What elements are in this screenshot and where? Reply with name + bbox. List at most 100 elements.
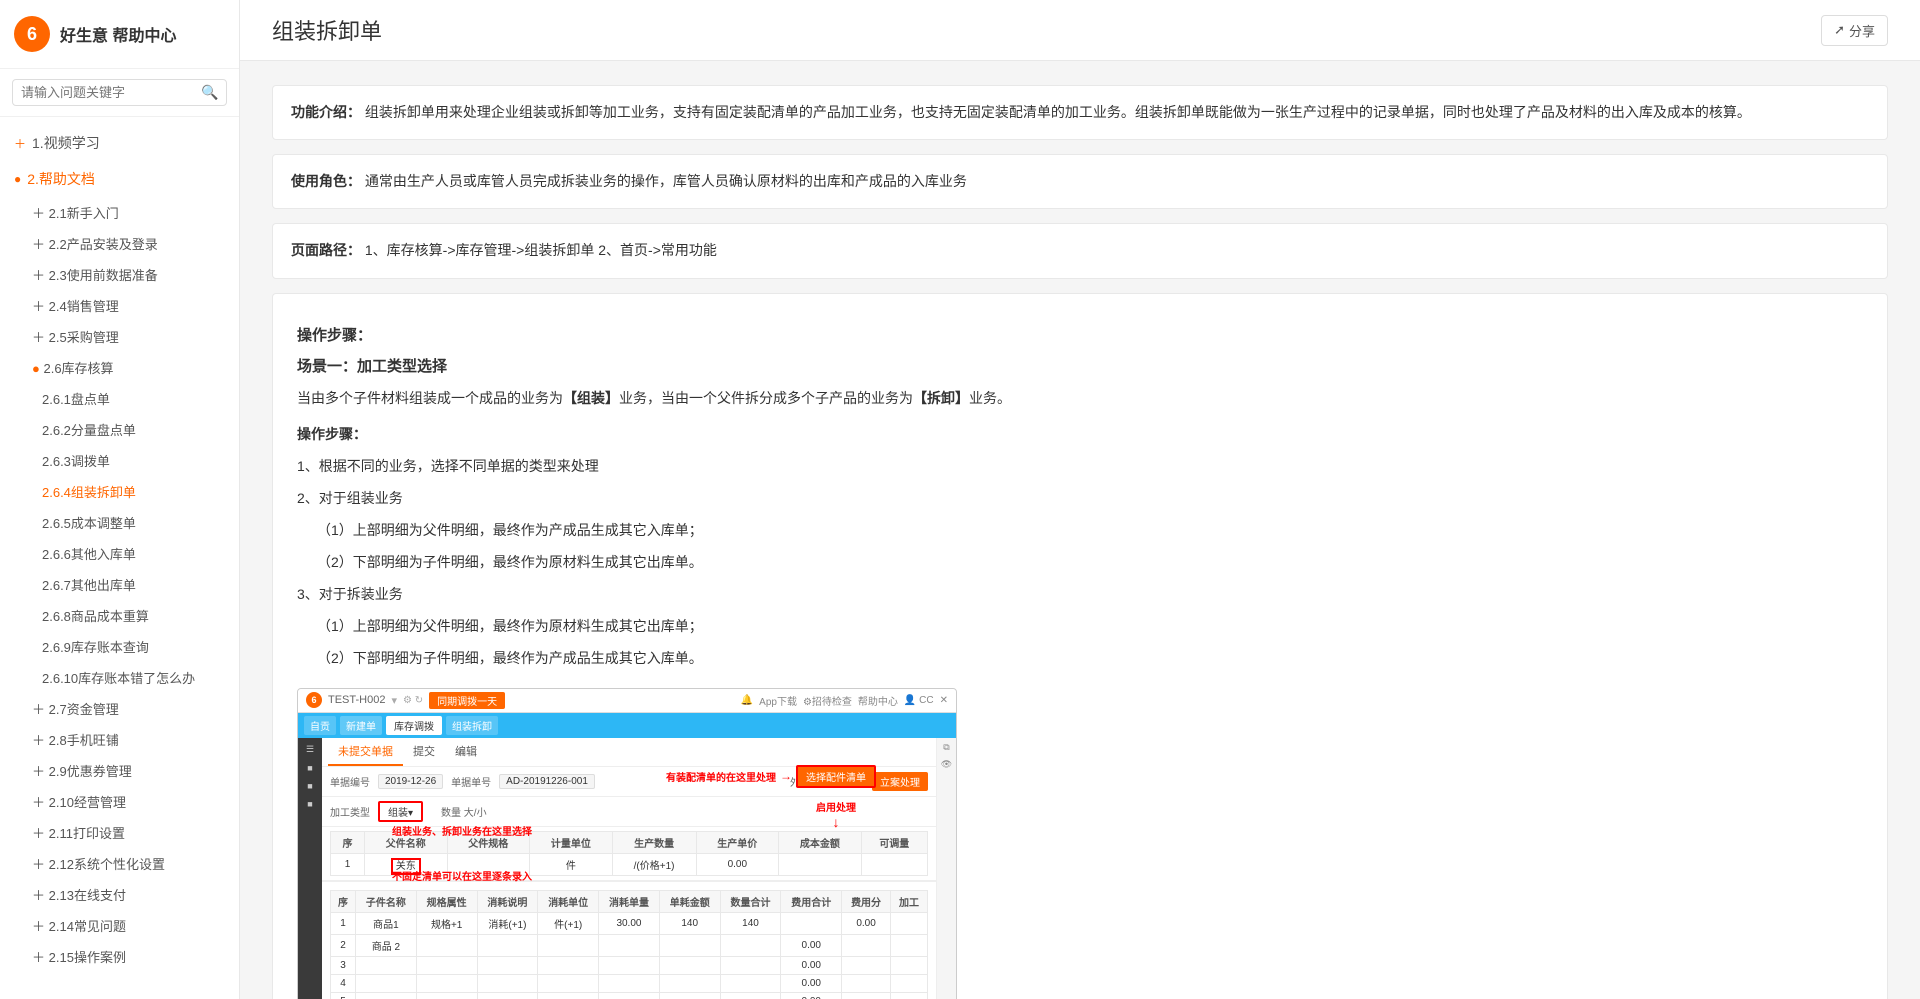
mock-confirm-btn[interactable]: 立案处理 — [872, 772, 928, 791]
mock-field-val2: AD-20191226-001 — [499, 774, 595, 789]
sidebar-item-payment[interactable]: ＋ 2.13在线支付 — [0, 879, 239, 910]
step3-sub1: （1）上部明细为父件明细，最终作为原材料生成其它出库单； — [297, 612, 1863, 640]
sidebar-item-sales[interactable]: ＋ 2.4销售管理 — [0, 290, 239, 321]
sidebar-item-inv-fix[interactable]: 2.6.10库存账本错了怎么办 — [0, 662, 239, 693]
sidebar-item-other-out[interactable]: 2.6.7其他出库单 — [0, 569, 239, 600]
mock-side-icon2: ■ — [307, 763, 312, 773]
sidebar-label-install: 2.2产品安装及登录 — [49, 237, 158, 252]
mock-nav-tab4[interactable]: 组装拆卸 — [446, 716, 498, 735]
mock-annotation-btn[interactable]: 选择配件清单 — [796, 765, 876, 788]
scenario1-desc: 当由多个子件材料组装成一个成品的业务为【组装】业务，当由一个父件拆分成多个子产品… — [297, 384, 1863, 412]
mock-lth-2: 规格属性 — [416, 890, 477, 912]
plus-icon-14: ＋ — [32, 919, 45, 934]
sidebar-item-finance[interactable]: ＋ 2.7资金管理 — [0, 693, 239, 724]
mock-ltd-fee1 — [781, 912, 842, 934]
mock-titlebar-text: TEST-H002 — [328, 694, 385, 706]
minus-icon: ● — [14, 172, 21, 186]
mock-lth-6: 单耗金额 — [659, 890, 720, 912]
mock-lower-row-2: 2 商品 2 0.00 — [331, 934, 928, 956]
sidebar-item-coupon[interactable]: ＋ 2.9优惠券管理 — [0, 755, 239, 786]
logo-icon: 6 — [14, 16, 50, 52]
mock-ltd-seq2: 2 — [331, 934, 356, 956]
mock-icon4: 帮助中心 — [858, 693, 898, 708]
sidebar-item-stocktake[interactable]: 2.6.1盘点单 — [0, 383, 239, 414]
mock-cell-cost — [779, 853, 862, 875]
plus-icon-8: ＋ — [32, 733, 45, 748]
mock-th-6: 成本金额 — [779, 831, 862, 853]
sidebar-item-transfer[interactable]: 2.6.3调拨单 — [0, 445, 239, 476]
mock-toolbar-tabs: 未提交单据 提交 编辑 — [322, 738, 936, 767]
top-bar: 组装拆卸单 ➚ 分享 — [240, 0, 1920, 61]
mock-nav: 自贡 新建单 库存调拨 组装拆卸 — [298, 713, 956, 738]
content-area: 功能介绍： 组装拆卸单用来处理企业组装或拆卸等加工业务，支持有固定装配清单的产品… — [240, 61, 1920, 999]
plus-icon-4: ＋ — [32, 268, 45, 283]
sidebar-item-operations[interactable]: ＋ 2.10经营管理 — [0, 786, 239, 817]
ops-label: 操作步骤： — [297, 324, 1863, 345]
sidebar-item-partial-stocktake[interactable]: 2.6.2分量盘点单 — [0, 414, 239, 445]
sidebar-label-mobile: 2.8手机旺铺 — [49, 733, 119, 748]
mock-tab-submit[interactable]: 提交 — [403, 738, 445, 766]
search-button[interactable]: 🔍 — [201, 84, 218, 101]
mock-nav-tab2[interactable]: 新建单 — [340, 716, 382, 735]
plus-icon-9: ＋ — [32, 764, 45, 779]
mock-lth-3: 消耗说明 — [477, 890, 538, 912]
sidebar-label-finance: 2.7资金管理 — [49, 702, 119, 717]
role-box: 使用角色： 通常由生产人员或库管人员完成拆装业务的操作，库管人员确认原材料的出库… — [272, 154, 1888, 209]
sidebar-item-cost-recalc[interactable]: 2.6.8商品成本重算 — [0, 600, 239, 631]
sidebar-item-purchase[interactable]: ＋ 2.5采购管理 — [0, 321, 239, 352]
mock-nav-tab3[interactable]: 库存调拨 — [386, 716, 442, 735]
sidebar-item-inv-ledger[interactable]: 2.6.9库存账本查询 — [0, 631, 239, 662]
sidebar-item-print[interactable]: ＋ 2.11打印设置 — [0, 817, 239, 848]
steps-area: 操作步骤： 场景一：加工类型选择 当由多个子件材料组装成一个成品的业务为【组装】… — [272, 293, 1888, 999]
sidebar-item-faq[interactable]: ＋ 2.14常见问题 — [0, 910, 239, 941]
mock-th-5: 生产单价 — [696, 831, 779, 853]
mock-lower-row-1: 1 商品1 规格+1 消耗(+1) 件(+1) 30.00 140 140 — [331, 912, 928, 934]
step2-sub2: （2）下部明细为子件明细，最终作为原材料生成其它出库单。 — [297, 548, 1863, 576]
share-button[interactable]: ➚ 分享 — [1821, 15, 1888, 46]
plus-icon-3: ＋ — [32, 237, 45, 252]
step2-sub1: （1）上部明细为父件明细，最终作为产成品生成其它入库单； — [297, 516, 1863, 544]
sidebar-item-help-docs[interactable]: ● 2.帮助文档 — [0, 161, 239, 197]
sidebar-item-install[interactable]: ＋ 2.2产品安装及登录 — [0, 228, 239, 259]
plus-icon-6: ＋ — [32, 330, 45, 345]
mock-lower-table-area: 不固定清单可以在这里逐条录入 序 子件名称 规格属性 消耗说明 消耗单位 — [322, 880, 936, 999]
sidebar-item-cases[interactable]: ＋ 2.15操作案例 — [0, 941, 239, 972]
sidebar-label-personalize: 2.12系统个性化设置 — [49, 857, 165, 872]
mock-tab-new[interactable]: 未提交单据 — [328, 738, 403, 766]
mock-field-label2: 单据单号 — [451, 774, 491, 789]
mock-type-label: 加工类型 — [330, 804, 370, 819]
mock-nav-tab1[interactable]: 自贡 — [304, 716, 336, 735]
mock-topbtn[interactable]: 同期调拨一天 — [429, 692, 505, 709]
sidebar-item-video[interactable]: ＋ 1.视频学习 — [0, 125, 239, 161]
mock-side-icon1: ☰ — [306, 744, 314, 755]
sidebar-label-stocktake: 2.6.1盘点单 — [42, 392, 110, 407]
mock-lth-1: 子件名称 — [356, 890, 417, 912]
sidebar-item-personalize[interactable]: ＋ 2.12系统个性化设置 — [0, 848, 239, 879]
mock-tab-edit[interactable]: 编辑 — [445, 738, 487, 766]
mock-ltd-fee2: 0.00 — [781, 934, 842, 956]
sidebar-item-cost-adjust[interactable]: 2.6.5成本调整单 — [0, 507, 239, 538]
mock-ltd-price1: 140 — [659, 912, 720, 934]
sidebar-item-beginner[interactable]: ＋ 2.1新手入门 — [0, 197, 239, 228]
sidebar-item-assemble[interactable]: 2.6.4组装拆卸单 — [0, 476, 239, 507]
sidebar-item-inventory[interactable]: ● 2.6库存核算 — [0, 352, 239, 383]
sidebar-label-inv-fix: 2.6.10库存账本错了怎么办 — [42, 671, 195, 686]
mock-cell-price: 0.00 — [696, 853, 779, 875]
mock-icon2: App下载 — [759, 693, 797, 708]
mock-type-select[interactable]: 组装▾ — [378, 801, 423, 822]
sidebar-item-other-in[interactable]: 2.6.6其他入库单 — [0, 538, 239, 569]
sidebar-item-data-prep[interactable]: ＋ 2.3使用前数据准备 — [0, 259, 239, 290]
plus-icon-12: ＋ — [32, 857, 45, 872]
sidebar-label-sales: 2.4销售管理 — [49, 299, 119, 314]
mock-ricon1: ⧉ — [943, 742, 949, 753]
sidebar-item-mobile[interactable]: ＋ 2.8手机旺铺 — [0, 724, 239, 755]
mock-ltd-fdiv1: 0.00 — [842, 912, 891, 934]
mock-type-row: 加工类型 组装▾ 数量 大/小 组装业务、拆卸业务在这里选择 启用处理 ↓ — [322, 797, 936, 827]
mock-ltd-spec1: 规格+1 — [416, 912, 477, 934]
mock-ltd-unit1: 件(+1) — [538, 912, 599, 934]
mock-ltd-name2: 商品 2 — [356, 934, 417, 956]
mock-lth-8: 费用合计 — [781, 890, 842, 912]
search-input[interactable] — [12, 79, 227, 106]
mock-lth-9: 费用分 — [842, 890, 891, 912]
main-content: 组装拆卸单 ➚ 分享 功能介绍： 组装拆卸单用来处理企业组装或拆卸等加工业务，支… — [240, 0, 1920, 999]
